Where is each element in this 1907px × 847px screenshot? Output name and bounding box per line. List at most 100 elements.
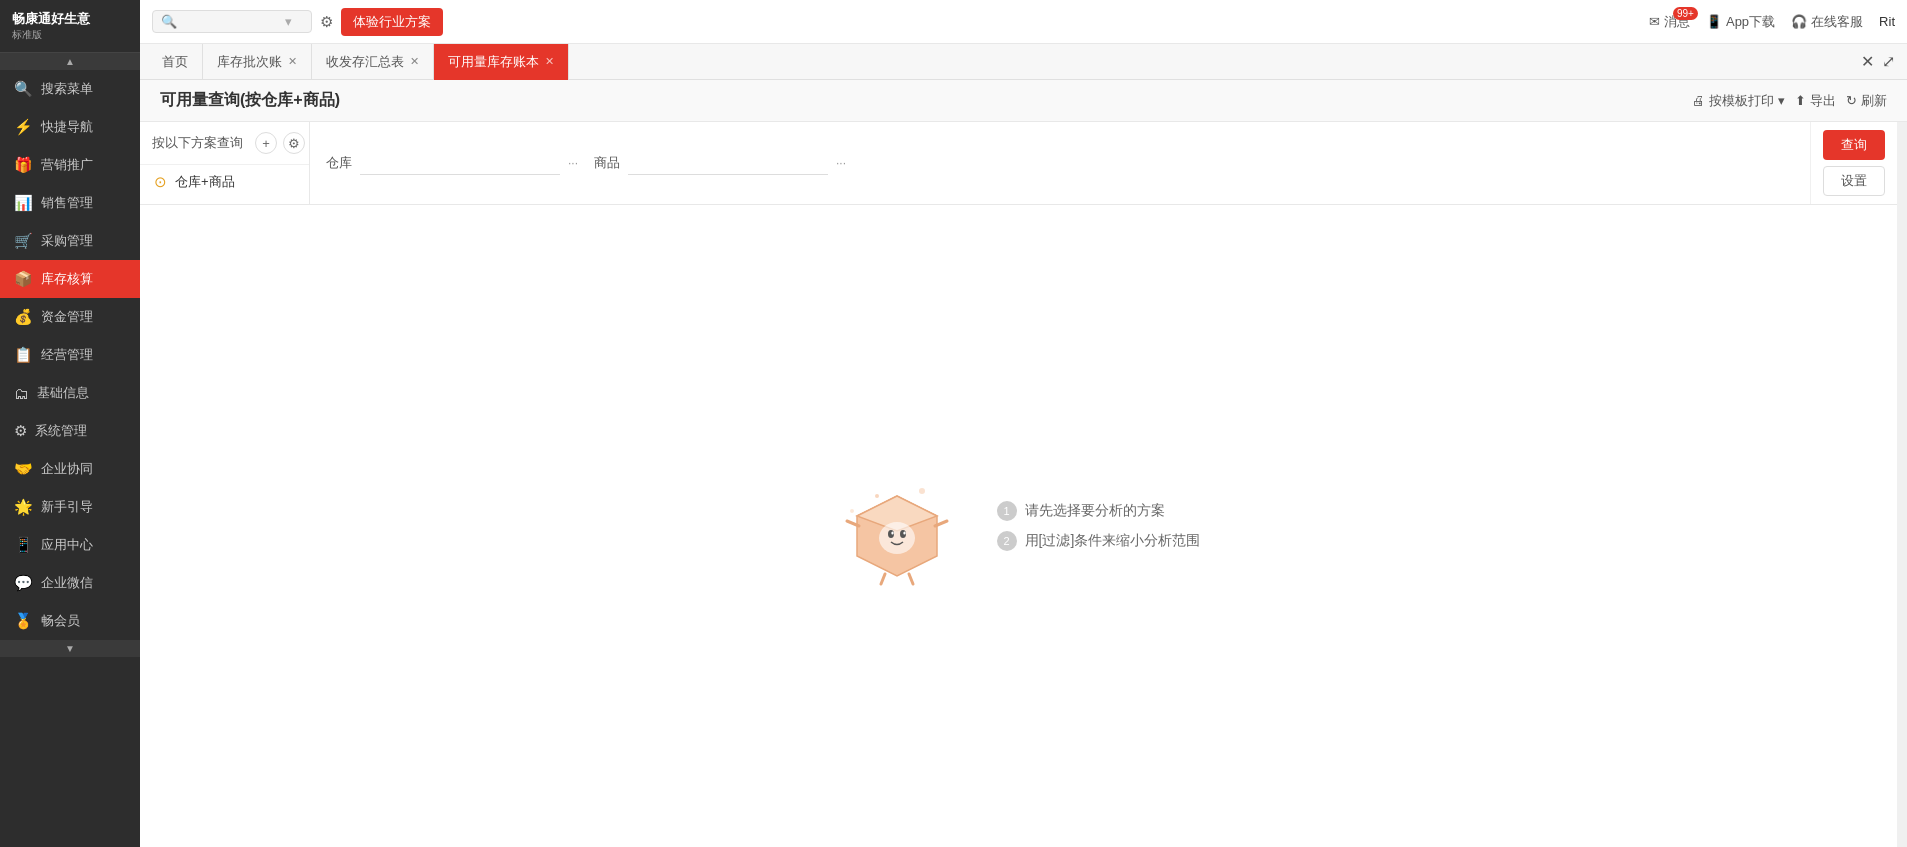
print-btn[interactable]: 🖨 按模板打印 ▾ <box>1692 92 1785 110</box>
scheme-label: 仓库+商品 <box>175 173 235 191</box>
right-scrollbar[interactable] <box>1897 122 1907 847</box>
sidebar-item-label: 资金管理 <box>41 308 93 326</box>
operations-icon: 📋 <box>14 346 33 364</box>
sidebar-item-label: 搜索菜单 <box>41 80 93 98</box>
sidebar-item-wechat[interactable]: 💬 企业微信 <box>0 564 140 602</box>
tab-batch-account-close[interactable]: ✕ <box>288 55 297 68</box>
sidebar-item-guide[interactable]: 🌟 新手引导 <box>0 488 140 526</box>
tab-available-stock-close[interactable]: ✕ <box>545 55 554 68</box>
sidebar-item-marketing[interactable]: 🎁 营销推广 <box>0 146 140 184</box>
sidebar-item-label: 企业协同 <box>41 460 93 478</box>
messages-btn[interactable]: ✉ 消息 99+ <box>1649 13 1690 31</box>
customer-service-btn[interactable]: 🎧 在线客服 <box>1791 13 1863 31</box>
tab-receive-summary[interactable]: 收发存汇总表 ✕ <box>312 44 434 80</box>
tab-expand-btn[interactable]: ⤢ <box>1882 52 1895 71</box>
sidebar-item-finance[interactable]: 💰 资金管理 <box>0 298 140 336</box>
sidebar-item-sales[interactable]: 📊 销售管理 <box>0 184 140 222</box>
sidebar-item-label: 系统管理 <box>35 422 87 440</box>
page-header-actions: 🖨 按模板打印 ▾ ⬆ 导出 ↻ 刷新 <box>1692 92 1887 110</box>
sidebar-item-member[interactable]: 🏅 畅会员 <box>0 602 140 640</box>
company-name: 畅康通好生意 <box>12 10 128 28</box>
print-dropdown-icon[interactable]: ▾ <box>1778 93 1785 108</box>
step2-circle: 2 <box>997 531 1017 551</box>
sidebar-item-label: 企业微信 <box>41 574 93 592</box>
main-content: 按以下方案查询 + ⚙ « ⊙ 仓库+商品 仓库 <box>140 122 1897 847</box>
inventory-icon: 📦 <box>14 270 33 288</box>
finance-icon: 💰 <box>14 308 33 326</box>
filter-settings-btn[interactable]: ⚙ <box>283 132 305 154</box>
tab-home-label: 首页 <box>162 53 188 71</box>
page-title: 可用量查询(按仓库+商品) <box>160 90 340 111</box>
product-more-btn[interactable]: ··· <box>836 156 846 170</box>
sidebar-scroll-down[interactable]: ▼ <box>0 640 140 657</box>
tab-available-stock[interactable]: 可用量库存账本 ✕ <box>434 44 569 80</box>
page-header: 可用量查询(按仓库+商品) 🖨 按模板打印 ▾ ⬆ 导出 ↻ 刷新 <box>140 80 1907 122</box>
sidebar-item-operations[interactable]: 📋 经营管理 <box>0 336 140 374</box>
filter-panel: 按以下方案查询 + ⚙ « ⊙ 仓库+商品 <box>140 122 310 204</box>
dropdown-icon[interactable]: ▾ <box>285 14 292 29</box>
version-label: 标准版 <box>12 28 128 42</box>
marketing-icon: 🎁 <box>14 156 33 174</box>
empty-hint-1: 1 请先选择要分析的方案 <box>997 501 1201 521</box>
query-fields: 仓库 ··· 商品 ··· <box>310 122 1810 204</box>
scheme-item-warehouse-product[interactable]: ⊙ 仓库+商品 <box>140 165 309 199</box>
refresh-btn[interactable]: ↻ 刷新 <box>1846 92 1887 110</box>
svg-line-8 <box>909 574 913 584</box>
sidebar-item-purchase[interactable]: 🛒 采购管理 <box>0 222 140 260</box>
sidebar-item-label: 库存核算 <box>41 270 93 288</box>
empty-text: 1 请先选择要分析的方案 2 用[过滤]条件来缩小分析范围 <box>997 501 1201 551</box>
tab-available-stock-label: 可用量库存账本 <box>448 53 539 71</box>
tab-home[interactable]: 首页 <box>148 44 203 80</box>
sidebar-item-apps[interactable]: 📱 应用中心 <box>0 526 140 564</box>
sidebar-scroll-up[interactable]: ▲ <box>0 53 140 70</box>
filter-add-btn[interactable]: + <box>255 132 277 154</box>
svg-point-13 <box>850 509 854 513</box>
export-btn[interactable]: ⬆ 导出 <box>1795 92 1836 110</box>
topbar-gear-icon[interactable]: ⚙ <box>320 13 333 31</box>
search-icon: 🔍 <box>161 14 177 29</box>
tab-receive-summary-close[interactable]: ✕ <box>410 55 419 68</box>
quick-nav-icon: ⚡ <box>14 118 33 136</box>
sidebar-item-inventory[interactable]: 📦 库存核算 <box>0 260 140 298</box>
warehouse-more-btn[interactable]: ··· <box>568 156 578 170</box>
warehouse-input[interactable] <box>360 151 560 175</box>
search-icon: 🔍 <box>14 80 33 98</box>
hint1-text: 请先选择要分析的方案 <box>1025 502 1165 520</box>
sidebar-item-cooperation[interactable]: 🤝 企业协同 <box>0 450 140 488</box>
tab-close-all-btn[interactable]: ✕ <box>1861 52 1874 71</box>
query-btn[interactable]: 查询 <box>1823 130 1885 160</box>
app-download-btn[interactable]: 📱 App下载 <box>1706 13 1775 31</box>
sidebar-item-basics[interactable]: 🗂 基础信息 <box>0 374 140 412</box>
phone-icon: 📱 <box>1706 14 1722 29</box>
step1-circle: 1 <box>997 501 1017 521</box>
sidebar-item-label: 应用中心 <box>41 536 93 554</box>
tab-batch-account[interactable]: 库存批次账 ✕ <box>203 44 312 80</box>
topbar-search-input[interactable] <box>181 15 281 29</box>
sales-icon: 📊 <box>14 194 33 212</box>
user-name[interactable]: Rit <box>1879 14 1895 29</box>
export-icon: ⬆ <box>1795 93 1806 108</box>
tabs-right-actions: ✕ ⤢ <box>1861 52 1899 71</box>
topbar-search-box[interactable]: 🔍 ▾ <box>152 10 312 33</box>
product-input[interactable] <box>628 151 828 175</box>
sidebar-item-label: 营销推广 <box>41 156 93 174</box>
industry-btn[interactable]: 体验行业方案 <box>341 8 443 36</box>
scheme-icon: ⊙ <box>154 173 167 191</box>
headset-icon: 🎧 <box>1791 14 1807 29</box>
sidebar-item-quick-nav[interactable]: ⚡ 快捷导航 <box>0 108 140 146</box>
svg-point-6 <box>903 532 905 535</box>
refresh-icon: ↻ <box>1846 93 1857 108</box>
topbar: 🔍 ▾ ⚙ 体验行业方案 ✉ 消息 99+ 📱 App下载 🎧 在线客服 Rit <box>140 0 1907 44</box>
print-icon: 🖨 <box>1692 93 1705 108</box>
basics-icon: 🗂 <box>14 385 29 402</box>
member-icon: 🏅 <box>14 612 33 630</box>
filter-actions: + ⚙ « <box>255 132 318 154</box>
svg-point-2 <box>879 522 915 554</box>
filter-and-query: 按以下方案查询 + ⚙ « ⊙ 仓库+商品 仓库 <box>140 122 1897 205</box>
sidebar-item-label: 快捷导航 <box>41 118 93 136</box>
settings-btn[interactable]: 设置 <box>1823 166 1885 196</box>
sidebar: 畅康通好生意 标准版 ▲ 🔍 搜索菜单 ⚡ 快捷导航 🎁 营销推广 📊 销售管理… <box>0 0 140 847</box>
sidebar-item-search[interactable]: 🔍 搜索菜单 <box>0 70 140 108</box>
print-label: 按模板打印 <box>1709 92 1774 110</box>
sidebar-item-system[interactable]: ⚙ 系统管理 <box>0 412 140 450</box>
